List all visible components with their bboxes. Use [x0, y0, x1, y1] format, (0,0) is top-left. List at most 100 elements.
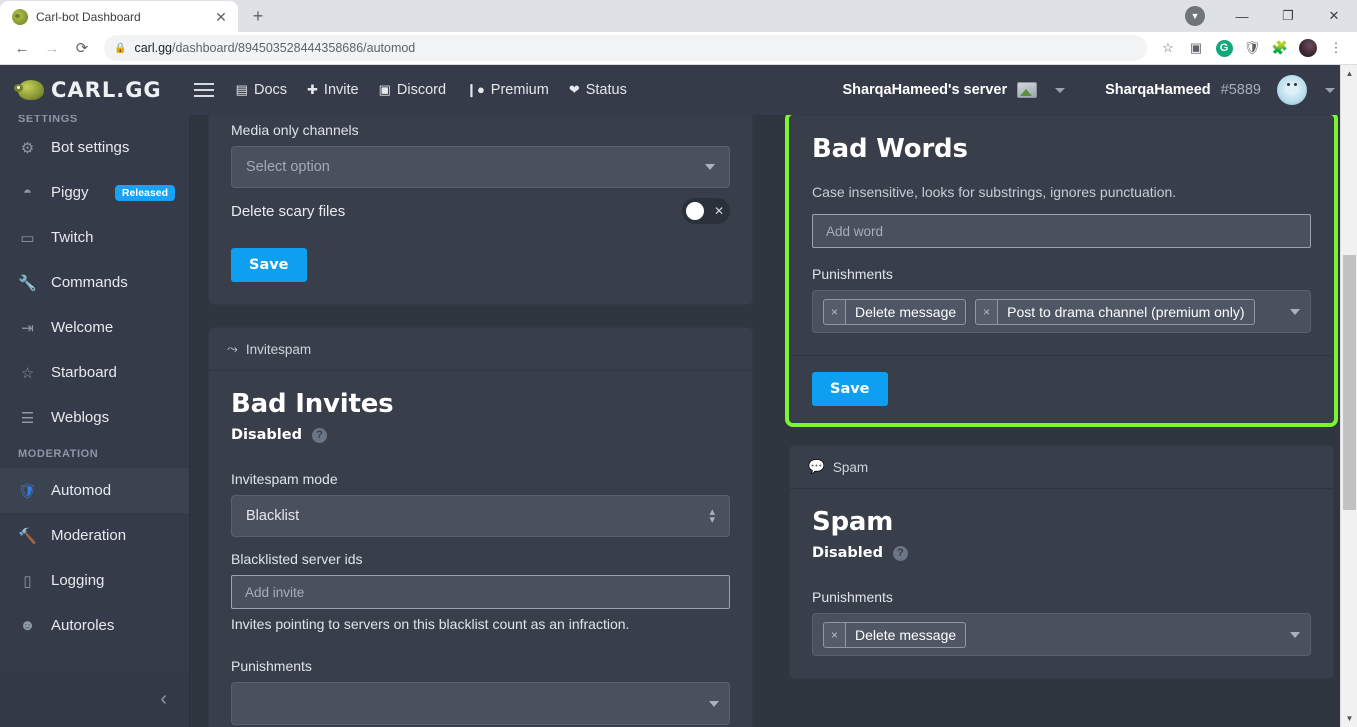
server-chevron-down-icon[interactable] [1055, 87, 1066, 93]
scrollbar-thumb[interactable] [1343, 255, 1356, 510]
punishment-tag-label: Post to drama channel (premium only) [1007, 303, 1245, 320]
back-icon[interactable]: ← [8, 34, 36, 62]
tab-close-icon[interactable]: ✕ [212, 8, 230, 26]
scroll-down-arrow-icon[interactable]: ▼ [1341, 710, 1357, 727]
user-discriminator: #5889 [1220, 82, 1261, 98]
browser-tab-bar: Carl-bot Dashboard ✕ + ▼ — ❐ ✕ [0, 0, 1357, 32]
invitespam-card-header: ⤳ Invitespam [209, 328, 752, 371]
maximize-button[interactable]: ❐ [1265, 0, 1311, 32]
sidebar-item-commands[interactable]: 🔧 Commands [0, 260, 189, 305]
scroll-up-arrow-icon[interactable]: ▲ [1341, 65, 1357, 82]
blacklisted-server-ids-label: Blacklisted server ids [231, 551, 363, 567]
brand[interactable]: CARL.GG [14, 78, 162, 102]
reload-icon[interactable]: ⟳ [68, 34, 96, 62]
nav-link-premium[interactable]: ❙● Premium [466, 82, 549, 98]
new-tab-button[interactable]: + [244, 2, 272, 30]
hamburger-menu-icon[interactable] [193, 83, 214, 97]
forward-icon[interactable]: → [38, 34, 66, 62]
remove-tag-icon[interactable]: × [824, 622, 846, 647]
sidebar-item-weblogs[interactable]: ☰ Weblogs [0, 395, 189, 440]
user-chevron-down-icon[interactable] [1325, 87, 1335, 93]
bookmark-star-icon[interactable]: ☆ [1155, 35, 1181, 61]
delete-scary-files-label: Delete scary files [231, 202, 346, 220]
punishment-tag-label: Delete message [855, 626, 957, 643]
user-icon: ☻ [19, 617, 36, 634]
spam-punishments-select[interactable]: × Delete message [812, 613, 1311, 656]
nav-link-docs[interactable]: ▤ Docs [236, 82, 287, 98]
input-placeholder: Add word [826, 223, 884, 239]
chrome-menu-icon[interactable]: ⋮ [1323, 35, 1349, 61]
sidebar-item-welcome[interactable]: ⇥ Welcome [0, 305, 189, 350]
nav-right: SharqaHameed's server SharqaHameed #5889 [842, 75, 1343, 105]
save-button[interactable]: Save [812, 372, 888, 406]
spam-status-line: Disabled ? [812, 545, 1311, 561]
browser-tab[interactable]: Carl-bot Dashboard ✕ [0, 1, 238, 32]
chat-icon: 💬 [808, 459, 825, 474]
cast-icon[interactable]: ▣ [1183, 35, 1209, 61]
badwords-title: Bad Words [812, 134, 968, 164]
punishment-tag[interactable]: × Post to drama channel (premium only) [975, 298, 1255, 325]
plus-icon: ✚ [307, 82, 318, 97]
spam-title: Spam [812, 507, 894, 537]
badwords-punishments-select[interactable]: × Delete message × Post to drama channel… [812, 290, 1311, 333]
help-icon[interactable]: ? [312, 427, 327, 443]
remove-tag-icon[interactable]: × [824, 299, 846, 324]
lock-icon: 🔒 [114, 42, 127, 54]
sidebar-item-piggy[interactable]: ◓ Piggy Released [0, 170, 189, 215]
book-icon: ▤ [235, 82, 248, 97]
sidebar-item-autoroles[interactable]: ☻ Autoroles [0, 603, 189, 648]
gavel-icon: 🔨 [18, 527, 37, 545]
add-word-input[interactable]: Add word [812, 214, 1311, 248]
update-available-icon[interactable]: ▼ [1185, 6, 1205, 26]
media-only-channels-label: Media only channels [231, 122, 359, 138]
server-name: SharqaHameed's server [842, 82, 1008, 98]
site-top-nav: CARL.GG ▤ Docs ✚ Invite ▣ Discord ❙● Premium… [0, 65, 1357, 115]
wrench-icon: 🔧 [18, 274, 37, 292]
chevron-down-icon [705, 164, 715, 170]
page-scrollbar[interactable]: ▲ ▼ [1340, 65, 1357, 727]
spam-punishments-label: Punishments [812, 589, 893, 605]
extensions-icon[interactable]: 🧩 [1267, 35, 1293, 61]
spam-card-header: 💬 Spam [790, 446, 1333, 489]
profile-avatar[interactable] [1295, 35, 1321, 61]
nav-link-invite[interactable]: ✚ Invite [307, 82, 359, 98]
sidebar-item-moderation[interactable]: 🔨 Moderation [0, 513, 189, 558]
media-only-channels-select[interactable]: Select option [231, 146, 730, 188]
help-icon[interactable]: ? [893, 545, 908, 561]
close-window-button[interactable]: ✕ [1311, 0, 1357, 32]
flag-icon: ❙● [466, 82, 485, 97]
nav-links: ▤ Docs ✚ Invite ▣ Discord ❙● Premium ❤ Status [236, 82, 627, 98]
chevron-down-icon [1290, 308, 1300, 315]
minimize-button[interactable]: — [1219, 0, 1265, 32]
nav-label: Docs [253, 82, 288, 98]
sidebar-item-starboard[interactable]: ☆ Starboard [0, 350, 189, 395]
adblock-shield-icon[interactable]: 🛡 [1239, 35, 1265, 61]
login-icon: ⇥ [21, 319, 34, 337]
badwords-punishments-label: Punishments [812, 266, 893, 282]
nav-link-discord[interactable]: ▣ Discord [379, 82, 446, 98]
server-avatar [1017, 82, 1038, 98]
nav-label: Discord [396, 82, 447, 98]
sidebar-item-twitch[interactable]: ▭ Twitch [0, 215, 189, 260]
blacklisted-server-ids-input[interactable]: Add invite [231, 575, 730, 609]
tab-favicon-icon [12, 8, 28, 25]
avatar[interactable] [1277, 75, 1307, 105]
sidebar-collapse-icon[interactable]: ‹ [0, 671, 189, 727]
invitespam-mode-select[interactable]: Blacklist ▴ ▾ [231, 495, 730, 537]
punishment-tag[interactable]: × Delete message [823, 621, 967, 648]
sidebar-item-label: Welcome [51, 319, 114, 336]
sidebar-item-logging[interactable]: ▯ Logging [0, 558, 189, 603]
select-placeholder: Select option [246, 159, 330, 175]
save-button[interactable]: Save [231, 248, 307, 282]
remove-tag-icon[interactable]: × [976, 299, 999, 324]
turtle-logo-icon [14, 80, 44, 100]
address-bar[interactable]: 🔒 carl.gg/dashboard/894503528444358686/a… [104, 35, 1147, 61]
delete-scary-files-toggle[interactable]: ✕ [682, 198, 730, 224]
sidebar-item-bot-settings[interactable]: ⚙ Bot settings [0, 125, 189, 170]
sidebar-item-automod[interactable]: 🛡 Automod [0, 468, 189, 513]
right-column: Bad Words Case insensitive, looks for su… [785, 115, 1338, 727]
invitespam-punishments-select[interactable] [231, 682, 730, 725]
grammarly-icon[interactable]: G [1211, 35, 1237, 61]
nav-link-status[interactable]: ❤ Status [569, 82, 627, 98]
punishment-tag[interactable]: × Delete message [823, 298, 967, 325]
